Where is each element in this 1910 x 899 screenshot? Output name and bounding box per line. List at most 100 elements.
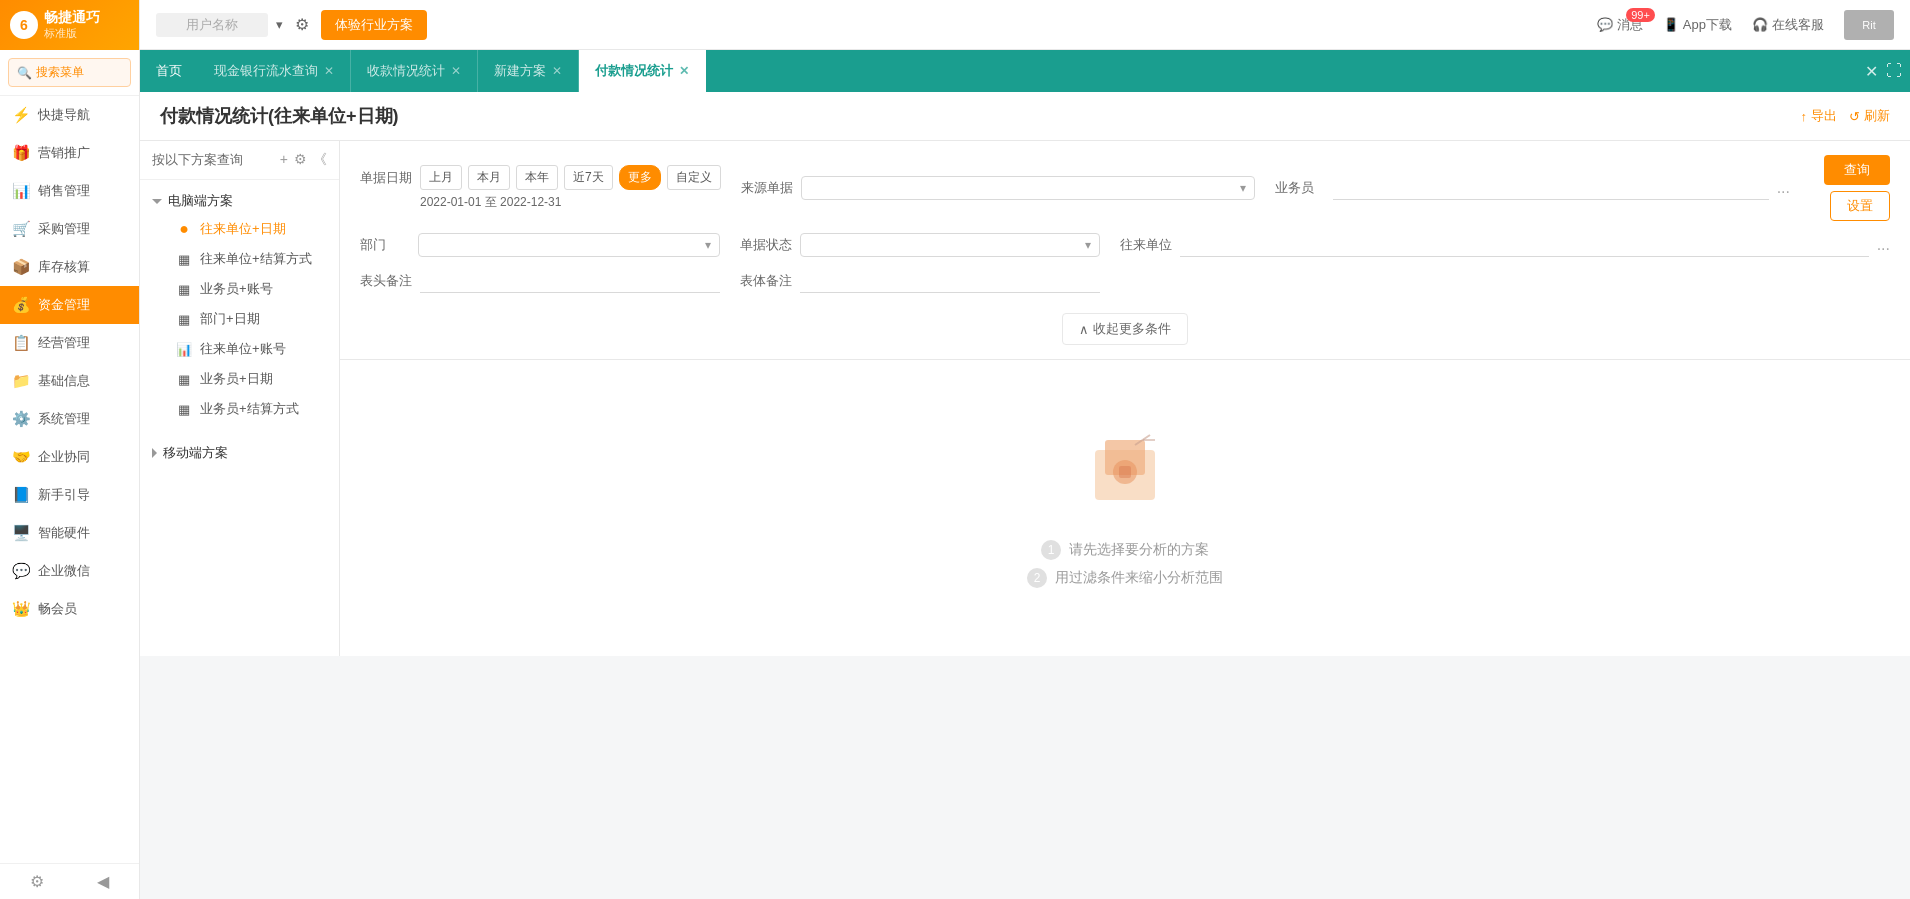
sidebar-item-hardware[interactable]: 🖥️ 智能硬件 (0, 514, 139, 552)
sidebar-item-purchase[interactable]: 🛒 采购管理 (0, 210, 139, 248)
sidebar-item-operation[interactable]: 📋 经营管理 (0, 324, 139, 362)
scheme-item-1[interactable]: ▦ 往来单位+结算方式 (152, 244, 327, 274)
counterpart-picker-icon[interactable]: ... (1877, 236, 1890, 254)
app-download-button[interactable]: 📱 App下载 (1663, 16, 1732, 34)
source-select[interactable]: ▾ (801, 176, 1256, 200)
date-btn-last-month[interactable]: 上月 (420, 165, 462, 190)
avatar[interactable]: Rit (1844, 10, 1894, 40)
sidebar-collapse-button[interactable]: ◀ (97, 872, 109, 891)
tabbar-expand-button[interactable]: ⛶ (1886, 62, 1902, 80)
tab-bank-flow[interactable]: 现金银行流水查询 ✕ (198, 50, 351, 92)
tab-new-scheme[interactable]: 新建方案 ✕ (478, 50, 579, 92)
guide-icon: 📘 (12, 486, 30, 504)
search-menu-button[interactable]: 🔍 搜索菜单 (8, 58, 131, 87)
phone-icon: 📱 (1663, 17, 1679, 32)
scheme-category-mobile: 移动端方案 (140, 432, 339, 474)
scheme-item-2-icon: ▦ (176, 281, 192, 297)
member-icon: 👑 (12, 600, 30, 618)
page-action-buttons: ↑ 导出 ↺ 刷新 (1801, 107, 1891, 125)
scheme-collapse-icon[interactable]: 《 (313, 151, 327, 169)
sidebar-item-corp[interactable]: 🤝 企业协同 (0, 438, 139, 476)
dept-label: 部门 (360, 236, 410, 254)
scheme-item-3-icon: ▦ (176, 311, 192, 327)
source-label: 来源单据 (741, 179, 793, 197)
online-service-button[interactable]: 🎧 在线客服 (1752, 16, 1824, 34)
scheme-item-3[interactable]: ▦ 部门+日期 (152, 304, 327, 334)
scheme-category-mobile-header[interactable]: 移动端方案 (152, 440, 327, 466)
sidebar: 6 畅捷通巧 标准版 🔍 搜索菜单 ⚡ 快捷导航 🎁 营销推广 📊 销售管理 🛒… (0, 0, 140, 899)
dept-select[interactable]: ▾ (418, 233, 720, 257)
sidebar-item-wechat[interactable]: 💬 企业微信 (0, 552, 139, 590)
scheme-item-2[interactable]: ▦ 业务员+账号 (152, 274, 327, 304)
trial-button[interactable]: 体验行业方案 (321, 10, 427, 40)
main-area: 用户名称 ▾ ⚙ 体验行业方案 💬 消息 99+ 📱 App下载 🎧 在线客服 … (140, 0, 1910, 899)
svg-rect-3 (1119, 466, 1131, 478)
sidebar-item-finance[interactable]: 💰 资金管理 (0, 286, 139, 324)
salesman-label: 业务员 (1275, 179, 1325, 197)
tab-bank-flow-close[interactable]: ✕ (324, 64, 334, 78)
salesman-picker-icon[interactable]: ... (1777, 179, 1790, 197)
date-btn-this-year[interactable]: 本年 (516, 165, 558, 190)
scheme-item-0[interactable]: ● 往来单位+日期 (152, 214, 327, 244)
scheme-item-6[interactable]: ▦ 业务员+结算方式 (152, 394, 327, 424)
tab-pay-stat-close[interactable]: ✕ (679, 64, 689, 78)
user-dropdown-icon[interactable]: ▾ (276, 17, 283, 32)
settings-button[interactable]: 设置 (1830, 191, 1890, 221)
topbar-settings-icon[interactable]: ⚙ (295, 15, 309, 34)
hardware-icon: 🖥️ (12, 524, 30, 542)
tab-pay-stat[interactable]: 付款情况统计 ✕ (579, 50, 706, 92)
scheme-sidebar-title: 按以下方案查询 (152, 151, 243, 169)
query-button[interactable]: 查询 (1824, 155, 1890, 185)
sidebar-item-member[interactable]: 👑 畅会员 (0, 590, 139, 628)
system-icon: ⚙️ (12, 410, 30, 428)
messages-button[interactable]: 💬 消息 99+ (1597, 16, 1643, 34)
date-options: 上月 本月 本年 近7天 更多 自定义 (420, 165, 721, 190)
voucher-status-dropdown-icon: ▾ (1085, 238, 1091, 252)
table-header-note-label: 表头备注 (360, 272, 412, 290)
source-dropdown-icon: ▾ (1240, 181, 1246, 195)
collapse-section: ∧ 收起更多条件 (360, 305, 1890, 345)
scheme-add-icon[interactable]: + (280, 151, 288, 169)
scheme-item-4[interactable]: 📊 往来单位+账号 (152, 334, 327, 364)
page-title: 付款情况统计(往来单位+日期) (160, 104, 399, 128)
collapse-conditions-button[interactable]: ∧ 收起更多条件 (1062, 313, 1188, 345)
page-header: 付款情况统计(往来单位+日期) ↑ 导出 ↺ 刷新 (140, 92, 1910, 141)
sidebar-item-marketing[interactable]: 🎁 营销推广 (0, 134, 139, 172)
date-btn-custom[interactable]: 自定义 (667, 165, 721, 190)
voucher-status-select[interactable]: ▾ (800, 233, 1100, 257)
date-btn-7days[interactable]: 近7天 (564, 165, 613, 190)
tab-receive-stat[interactable]: 收款情况统计 ✕ (351, 50, 478, 92)
scheme-item-1-icon: ▦ (176, 251, 192, 267)
scheme-item-active-icon: ● (176, 221, 192, 237)
tab-new-scheme-close[interactable]: ✕ (552, 64, 562, 78)
filter-form: 单据日期 上月 本月 本年 近7天 更多 自定义 (340, 141, 1910, 360)
sidebar-item-system[interactable]: ⚙️ 系统管理 (0, 400, 139, 438)
scheme-settings-icon[interactable]: ⚙ (294, 151, 307, 169)
salesman-input[interactable] (1333, 176, 1768, 197)
date-btn-this-month[interactable]: 本月 (468, 165, 510, 190)
sidebar-item-inventory[interactable]: 📦 库存核算 (0, 248, 139, 286)
voucher-status-label: 单据状态 (740, 236, 792, 254)
sidebar-item-guide[interactable]: 📘 新手引导 (0, 476, 139, 514)
tab-home[interactable]: 首页 (140, 50, 198, 92)
table-body-note-input[interactable] (800, 269, 1100, 293)
search-icon: 🔍 (17, 66, 32, 80)
dept-dropdown-icon: ▾ (705, 238, 711, 252)
sidebar-item-sales[interactable]: 📊 销售管理 (0, 172, 139, 210)
table-header-note-input[interactable] (420, 269, 720, 293)
sidebar-settings-button[interactable]: ⚙ (30, 872, 44, 891)
collapse-chevron-icon: ∧ (1079, 322, 1089, 337)
scheme-category-pc-header[interactable]: 电脑端方案 (152, 188, 327, 214)
scheme-item-5[interactable]: ▦ 业务员+日期 (152, 364, 327, 394)
tabbar-close-all-button[interactable]: ✕ (1865, 62, 1878, 81)
date-btn-more[interactable]: 更多 (619, 165, 661, 190)
filter-counterpart-item: 往来单位 ... (1120, 233, 1890, 257)
sidebar-item-quick-nav[interactable]: ⚡ 快捷导航 (0, 96, 139, 134)
export-button[interactable]: ↑ 导出 (1801, 107, 1838, 125)
scheme-item-4-icon: 📊 (176, 341, 192, 357)
counterpart-input[interactable] (1180, 233, 1869, 254)
refresh-button[interactable]: ↺ 刷新 (1849, 107, 1890, 125)
sidebar-item-basic[interactable]: 📁 基础信息 (0, 362, 139, 400)
scheme-sidebar-action-icons: + ⚙ 《 (280, 151, 327, 169)
tab-receive-stat-close[interactable]: ✕ (451, 64, 461, 78)
